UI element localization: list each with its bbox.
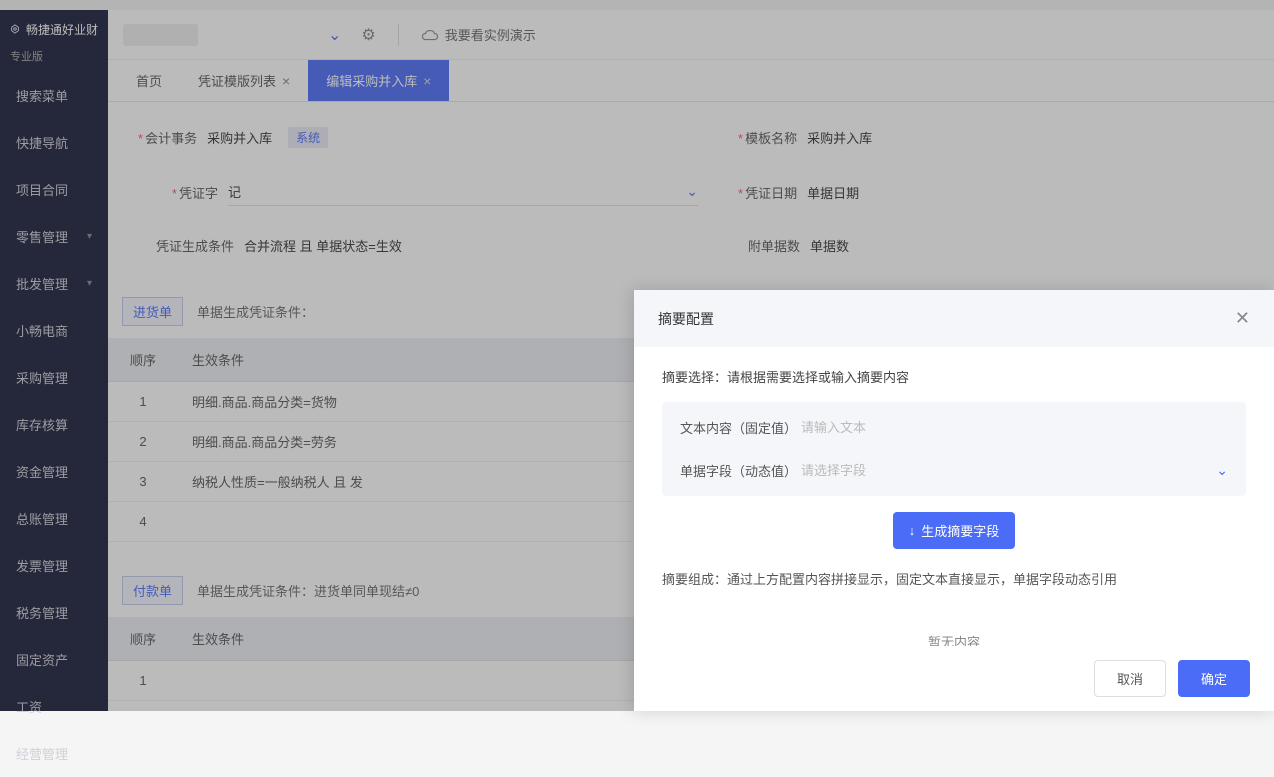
chevron-down-icon[interactable]: ⌄ xyxy=(1216,462,1228,479)
summary-select-tip: 摘要选择：请根据需要选择或输入摘要内容 xyxy=(662,367,1246,386)
sidebar-item-14[interactable]: 经营管理 xyxy=(0,730,108,777)
download-icon: ↓ xyxy=(909,523,916,538)
modal-title: 摘要配置 xyxy=(658,309,714,329)
modal-footer: 取消 确定 xyxy=(634,646,1274,711)
text-content-input[interactable] xyxy=(801,420,1228,435)
compose-tip: 摘要组成：通过上方配置内容拼接显示，固定文本直接显示，单据字段动态引用 xyxy=(662,569,1246,588)
generate-summary-button[interactable]: ↓ 生成摘要字段 xyxy=(893,512,1016,549)
field-label: 单据字段（动态值） xyxy=(680,461,797,480)
empty-placeholder: 暂无内容 xyxy=(662,608,1246,646)
modal-body: 摘要选择：请根据需要选择或输入摘要内容 文本内容（固定值） 单据字段（动态值） … xyxy=(634,347,1274,646)
close-icon[interactable]: ✕ xyxy=(1235,308,1250,329)
summary-config-modal: 摘要配置 ✕ 摘要选择：请根据需要选择或输入摘要内容 文本内容（固定值） 单据字… xyxy=(634,290,1274,711)
text-content-label: 文本内容（固定值） xyxy=(680,418,797,437)
modal-header: 摘要配置 ✕ xyxy=(634,290,1274,347)
field-select[interactable] xyxy=(801,463,1212,478)
config-box: 文本内容（固定值） 单据字段（动态值） ⌄ xyxy=(662,402,1246,496)
cancel-button[interactable]: 取消 xyxy=(1094,660,1166,697)
ok-button[interactable]: 确定 xyxy=(1178,660,1250,697)
